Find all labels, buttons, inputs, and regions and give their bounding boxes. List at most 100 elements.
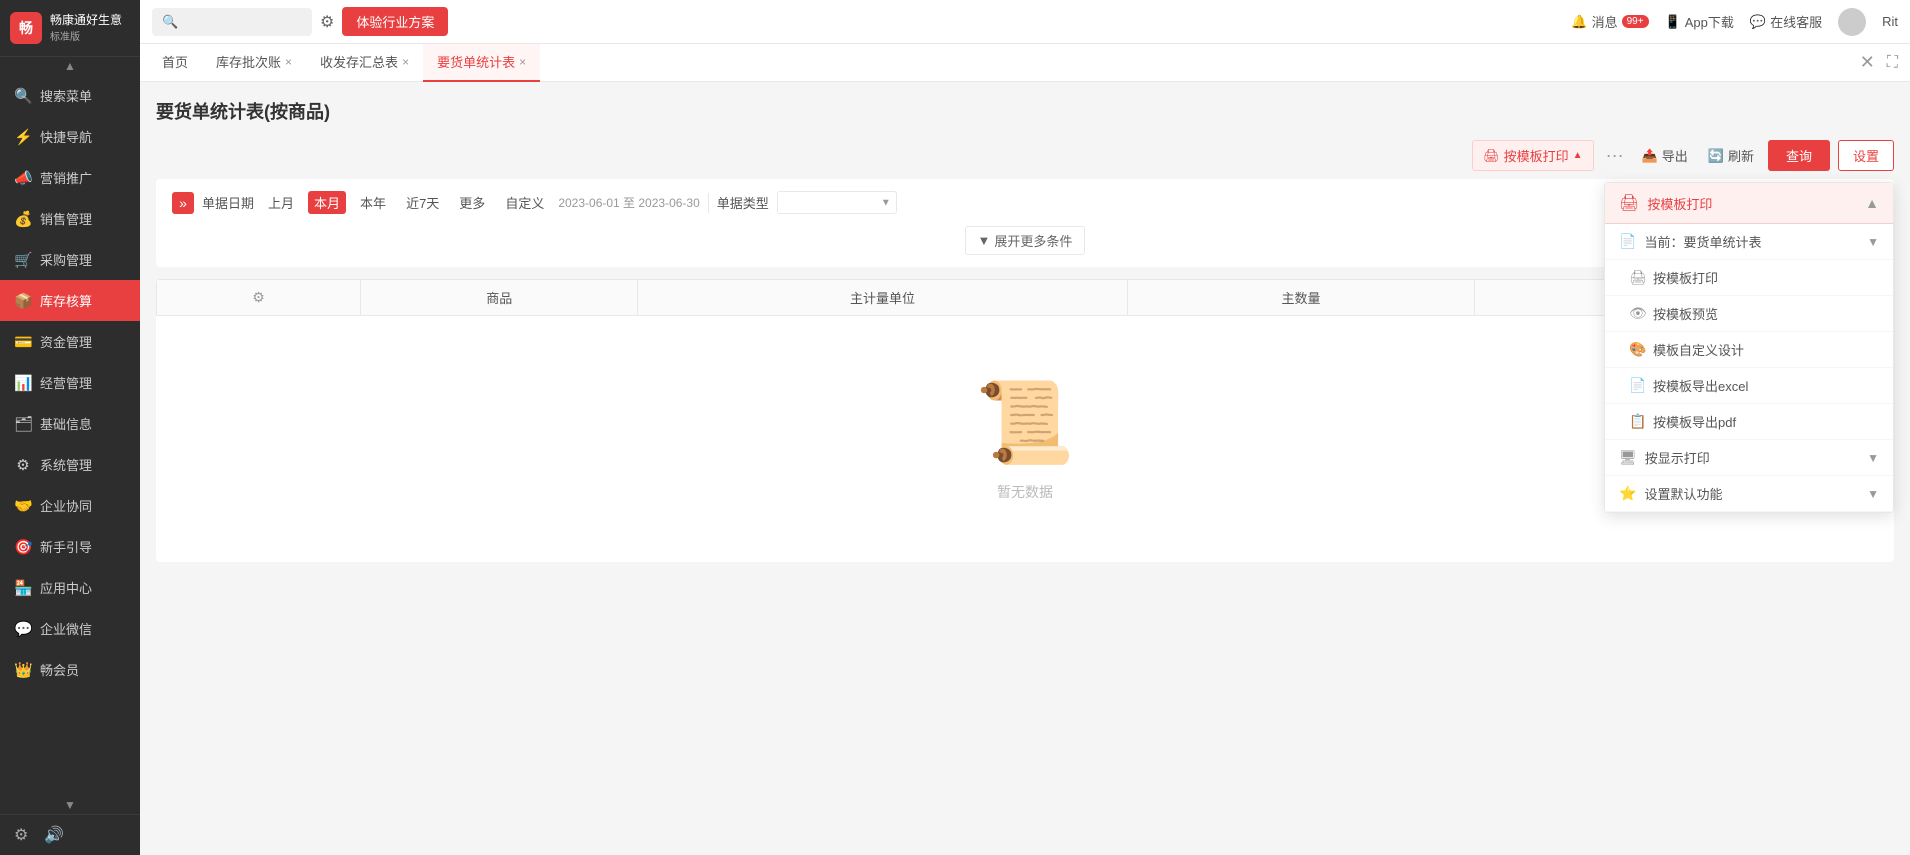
bill-type-select-wrapper: ▼ bbox=[777, 191, 897, 214]
tab-home[interactable]: 首页 bbox=[148, 44, 202, 82]
7days-btn[interactable]: 近7天 bbox=[400, 191, 445, 214]
tab-order-stats[interactable]: 要货单统计表 × bbox=[423, 44, 540, 82]
dropdown-close-button[interactable]: ▲ bbox=[1865, 195, 1879, 211]
dropdown-item-template-preview[interactable]: 👁 按模板预览 bbox=[1605, 296, 1893, 332]
sidebar-item-member[interactable]: 👑 畅会员 bbox=[0, 649, 140, 690]
tab-resize-icon[interactable]: ⛶ bbox=[1883, 50, 1902, 76]
logo-sub: 标准版 bbox=[50, 28, 122, 43]
tab-bar: 首页 库存批次账 × 收发存汇总表 × 要货单统计表 × ✕ ⛶ bbox=[140, 44, 1910, 82]
sidebar-item-sales[interactable]: 💰 销售管理 bbox=[0, 198, 140, 239]
sidebar-item-appstore[interactable]: 🏪 应用中心 bbox=[0, 567, 140, 608]
trial-button[interactable]: 体验行业方案 bbox=[342, 7, 448, 36]
refresh-button[interactable]: 🔄 刷新 bbox=[1702, 142, 1760, 169]
search-header-input[interactable] bbox=[184, 15, 284, 29]
empty-text: 暂无数据 bbox=[997, 482, 1053, 502]
table-settings-icon[interactable]: ⚙ bbox=[252, 289, 265, 305]
sidebar-item-quick-nav[interactable]: ⚡ 快捷导航 bbox=[0, 116, 140, 157]
current-section-chevron: ▼ bbox=[1867, 235, 1879, 249]
tab-close-order-stats[interactable]: × bbox=[519, 55, 526, 69]
top-header: 🔍 ⚙ 体验行业方案 🔔 消息 99+ 📱 App下载 💬 在线客服 Rit bbox=[140, 0, 1910, 44]
finance-icon: 💳 bbox=[14, 333, 32, 351]
sidebar-item-finance[interactable]: 💳 资金管理 bbox=[0, 321, 140, 362]
sidebar-footer: ⚙ 🔊 bbox=[0, 814, 140, 855]
dropdown-item-export-pdf[interactable]: 📋 按模板导出pdf bbox=[1605, 404, 1893, 440]
dropdown-item-template-print[interactable]: 🖨 按模板打印 bbox=[1605, 260, 1893, 296]
more-btn[interactable]: ··· bbox=[1602, 145, 1628, 166]
sales-icon: 💰 bbox=[14, 210, 32, 228]
filter-expand-button[interactable]: » bbox=[172, 192, 194, 214]
sidebar-item-inventory[interactable]: 📦 库存核算 bbox=[0, 280, 140, 321]
this-month-btn[interactable]: 本月 bbox=[308, 191, 346, 214]
template-preview-icon: 👁 bbox=[1629, 305, 1645, 322]
inventory-icon: 📦 bbox=[14, 292, 32, 310]
export-excel-icon: 📄 bbox=[1629, 377, 1645, 394]
current-template-icon: 📄 bbox=[1619, 233, 1636, 250]
display-print-icon: 🖥 bbox=[1619, 449, 1637, 466]
top-right: 🔔 消息 99+ 📱 App下载 💬 在线客服 Rit bbox=[1571, 8, 1898, 36]
filter-divider-1 bbox=[708, 193, 709, 213]
app-download-item[interactable]: 📱 App下载 bbox=[1665, 12, 1734, 31]
query-button[interactable]: 查询 bbox=[1768, 140, 1830, 171]
notification-icon: 🔔 bbox=[1571, 14, 1587, 30]
basic-icon: 🗂 bbox=[14, 415, 32, 433]
search-header-icon: 🔍 bbox=[162, 14, 178, 30]
sidebar-item-wechat[interactable]: 💬 企业微信 bbox=[0, 608, 140, 649]
dropdown-display-print[interactable]: 🖥 按显示打印 ▼ bbox=[1605, 440, 1893, 476]
sidebar-scroll-down[interactable]: ▼ bbox=[62, 796, 78, 814]
sidebar-item-search[interactable]: 🔍 搜索菜单 bbox=[0, 75, 140, 116]
sidebar-logo: 畅 畅康通好生意 标准版 bbox=[0, 0, 140, 57]
settings-footer-icon[interactable]: ⚙ bbox=[14, 825, 28, 845]
online-service-icon: 💬 bbox=[1750, 14, 1766, 30]
speaker-footer-icon[interactable]: 🔊 bbox=[44, 825, 64, 845]
refresh-icon: 🔄 bbox=[1708, 148, 1724, 164]
print-chevron-icon: ▲ bbox=[1573, 150, 1583, 161]
sidebar: 畅 畅康通好生意 标准版 ▲ 🔍 搜索菜单 ⚡ 快捷导航 📣 营销推广 💰 销售… bbox=[0, 0, 140, 855]
custom-date-btn[interactable]: 自定义 bbox=[499, 191, 550, 214]
template-design-icon: 🎨 bbox=[1629, 341, 1645, 358]
export-button[interactable]: 📤 导出 bbox=[1636, 142, 1694, 169]
sidebar-item-basic[interactable]: 🗂 基础信息 bbox=[0, 403, 140, 444]
top-search-bar[interactable]: 🔍 bbox=[152, 8, 312, 36]
sidebar-item-purchase[interactable]: 🛒 采购管理 bbox=[0, 239, 140, 280]
date-label: 单据日期 bbox=[202, 193, 254, 212]
export-icon: 📤 bbox=[1642, 148, 1658, 164]
sidebar-item-newbie[interactable]: 🎯 新手引导 bbox=[0, 526, 140, 567]
dropdown-printer-icon: 🖨 bbox=[1619, 193, 1639, 213]
tab-inventory-batch[interactable]: 库存批次账 × bbox=[202, 44, 306, 82]
sidebar-item-operations[interactable]: 📊 经营管理 bbox=[0, 362, 140, 403]
sidebar-scroll-up[interactable]: ▲ bbox=[62, 57, 78, 75]
default-func-chevron: ▼ bbox=[1867, 487, 1879, 501]
prev-month-btn[interactable]: 上月 bbox=[262, 191, 300, 214]
th-quantity: 主数量 bbox=[1127, 280, 1475, 316]
expand-icon: ▼ bbox=[978, 233, 991, 248]
more-date-btn[interactable]: 更多 bbox=[453, 191, 491, 214]
dropdown-default-func[interactable]: ⭐ 设置默认功能 ▼ bbox=[1605, 476, 1893, 512]
settings-button[interactable]: 设置 bbox=[1838, 140, 1894, 171]
print-template-dropdown: 🖨 按模板打印 ▲ 📄 当前：要货单统计表 ▼ 🖨 按模板打印 👁 按模板预览 bbox=[1604, 182, 1894, 513]
online-service-item[interactable]: 💬 在线客服 bbox=[1750, 12, 1822, 31]
notification-item[interactable]: 🔔 消息 99+ bbox=[1571, 12, 1648, 31]
app-download-icon: 📱 bbox=[1665, 14, 1681, 30]
header-gear-icon[interactable]: ⚙ bbox=[320, 12, 334, 32]
marketing-icon: 📣 bbox=[14, 169, 32, 187]
sidebar-item-marketing[interactable]: 📣 营销推广 bbox=[0, 157, 140, 198]
user-avatar[interactable] bbox=[1838, 8, 1866, 36]
tab-close-receipts-summary[interactable]: × bbox=[402, 55, 409, 69]
dropdown-current-section[interactable]: 📄 当前：要货单统计表 ▼ bbox=[1605, 224, 1893, 260]
action-bar: 🖨 按模板打印 ▲ ··· 📤 导出 🔄 刷新 查询 设置 bbox=[156, 140, 1894, 171]
tab-close-all-icon[interactable]: ✕ bbox=[1856, 48, 1879, 77]
expand-more-button[interactable]: ▼ 展开更多条件 bbox=[965, 226, 1086, 255]
sidebar-item-enterprise[interactable]: 🤝 企业协同 bbox=[0, 485, 140, 526]
top-actions: ⚙ 体验行业方案 bbox=[320, 7, 1563, 36]
print-template-button[interactable]: 🖨 按模板打印 ▲ bbox=[1472, 140, 1593, 171]
dropdown-item-template-design[interactable]: 🎨 模板自定义设计 bbox=[1605, 332, 1893, 368]
dropdown-item-export-excel[interactable]: 📄 按模板导出excel bbox=[1605, 368, 1893, 404]
page-content: 要货单统计表(按商品) 🖨 按模板打印 ▲ ··· 📤 导出 🔄 刷新 查询 设… bbox=[140, 82, 1910, 855]
bill-type-select[interactable] bbox=[777, 191, 897, 214]
th-unit: 主计量单位 bbox=[638, 280, 1127, 316]
tab-receipts-summary[interactable]: 收发存汇总表 × bbox=[306, 44, 423, 82]
system-icon: ⚙ bbox=[14, 456, 32, 474]
sidebar-item-system[interactable]: ⚙ 系统管理 bbox=[0, 444, 140, 485]
this-year-btn[interactable]: 本年 bbox=[354, 191, 392, 214]
tab-close-inventory-batch[interactable]: × bbox=[285, 55, 292, 69]
